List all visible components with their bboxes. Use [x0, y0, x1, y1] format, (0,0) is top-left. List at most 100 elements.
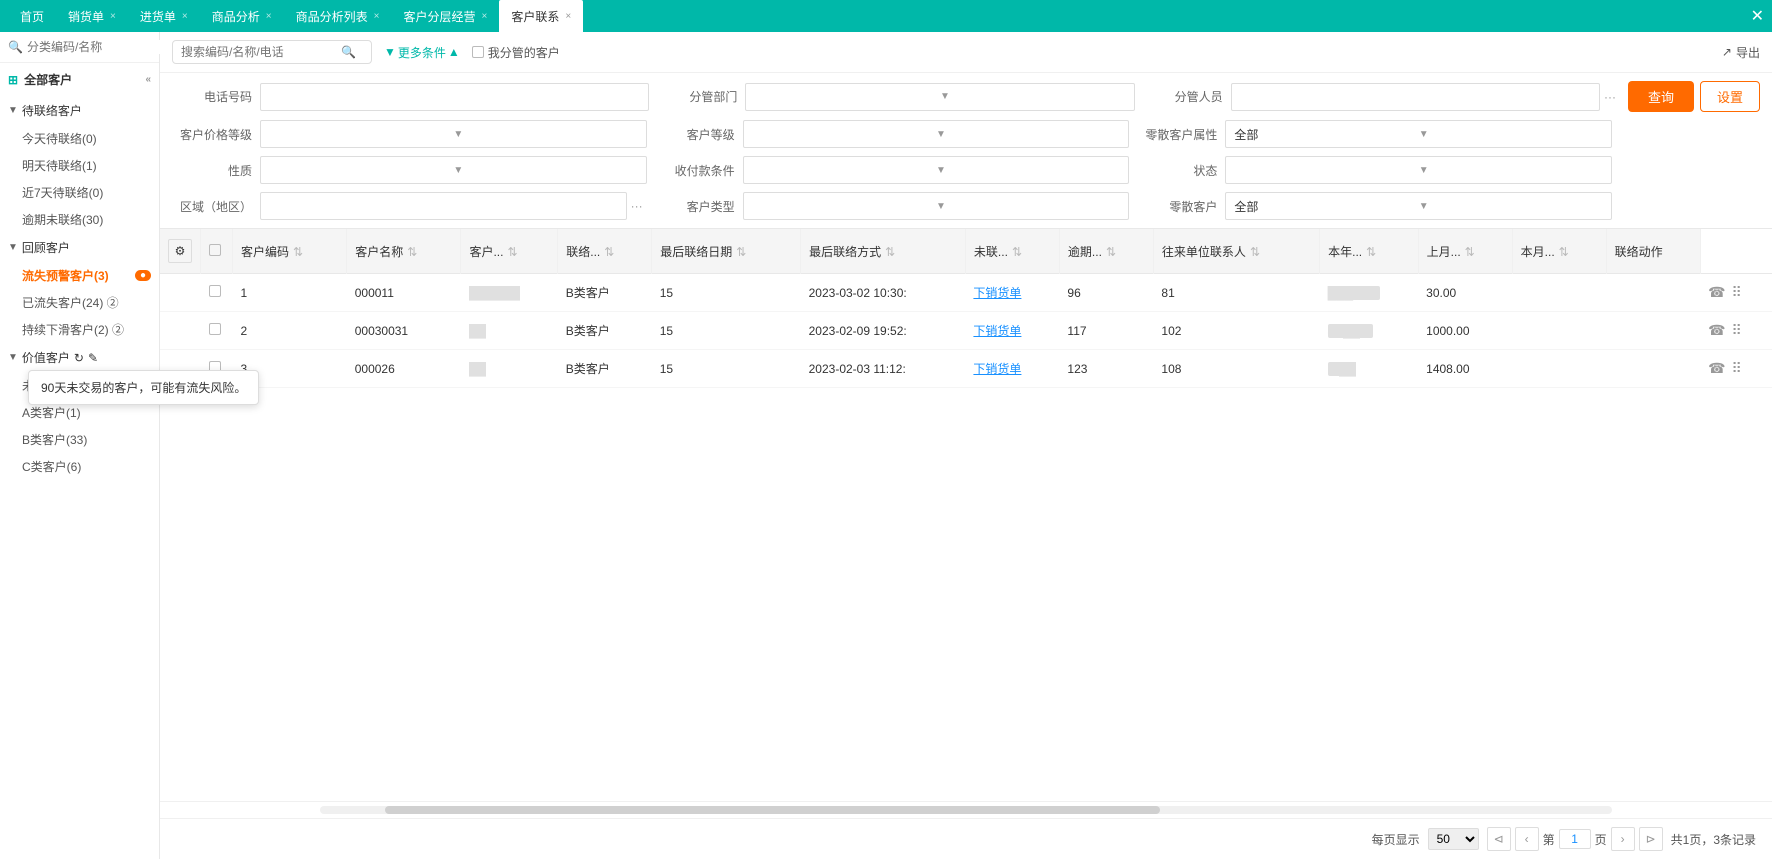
last-page-button[interactable]: ⊳ [1639, 827, 1663, 851]
table-row: 3 000026 ██ B类客户 15 2023-02-03 11:12: 下销… [160, 350, 1772, 388]
more-conditions-button[interactable]: ▼ 更多条件 ▲ [384, 44, 460, 61]
customer-type-select[interactable]: ▼ [743, 192, 1130, 220]
row-overdue-2: 108 [1153, 350, 1319, 388]
more-action-icon-1[interactable]: ⠿ [1732, 322, 1742, 339]
data-table-container: ⚙ 客户编码⇅ 客户名称⇅ 客户...⇅ [160, 229, 1772, 801]
per-page-select[interactable]: 50 100 [1428, 828, 1479, 850]
sidebar-item-declining[interactable]: 持续下滑客户(2) ② [0, 316, 159, 343]
chevron-down-icon6: ▼ [936, 165, 1120, 176]
payment-select[interactable]: ▼ [743, 156, 1130, 184]
more-action-icon-2[interactable]: ⠿ [1732, 360, 1742, 377]
sort-code-icon[interactable]: ⇅ [293, 245, 303, 259]
dept-select[interactable]: ▼ [745, 83, 1134, 111]
collapse-icon[interactable]: « [145, 74, 151, 85]
grid-icon: ⊞ [8, 73, 18, 87]
sort-contact-icon[interactable]: ⇅ [604, 245, 614, 259]
customer-level-select[interactable]: ▼ [743, 120, 1130, 148]
contact-icon-2[interactable]: ☎ [1708, 360, 1725, 377]
chevron-down-icon2: ▼ [453, 129, 637, 140]
more-action-icon-0[interactable]: ⠿ [1732, 284, 1742, 301]
sort-this-month-icon[interactable]: ⇅ [1559, 245, 1569, 259]
close-product-analysis-list[interactable]: × [374, 11, 380, 22]
query-button[interactable]: 查询 [1628, 81, 1694, 112]
edit-icon[interactable]: ✎ [88, 351, 98, 365]
select-all-checkbox[interactable] [209, 244, 221, 256]
prev-page-button[interactable]: ‹ [1515, 827, 1539, 851]
main-search-input[interactable] [181, 45, 341, 59]
settings-button[interactable]: 设置 [1700, 81, 1760, 112]
status-select[interactable]: ▼ [1225, 156, 1612, 184]
first-page-button[interactable]: ⊲ [1487, 827, 1511, 851]
data-table: ⚙ 客户编码⇅ 客户名称⇅ 客户...⇅ [160, 229, 1772, 388]
refresh-icon[interactable]: ↻ [74, 351, 84, 365]
close-sales-order[interactable]: × [110, 11, 116, 22]
close-customer-tier[interactable]: × [481, 11, 487, 22]
sidebar-item-tomorrow-pending[interactable]: 明天待联络(1) [0, 152, 159, 179]
page-input[interactable] [1559, 829, 1591, 849]
retail-attr-select[interactable]: 全部 ▼ [1225, 120, 1612, 148]
horizontal-scrollbar[interactable] [320, 806, 1612, 814]
tab-customer-tier[interactable]: 客户分层经营 × [391, 0, 499, 32]
sort-not-contacted-icon[interactable]: ⇅ [1012, 245, 1022, 259]
row-name-2: ██ [461, 350, 558, 388]
sort-this-year-icon[interactable]: ⇅ [1366, 245, 1376, 259]
sort-contact-person-icon[interactable]: ⇅ [1250, 245, 1260, 259]
row-overdue-0: 81 [1153, 274, 1319, 312]
sidebar-item-class-c[interactable]: C类客户(6) [0, 453, 159, 480]
sidebar-item-overdue-pending[interactable]: 逾期未联络(30) [0, 206, 159, 233]
sidebar-search-input[interactable] [27, 40, 182, 54]
sort-last-month-icon[interactable]: ⇅ [1465, 245, 1475, 259]
sort-last-method-icon[interactable]: ⇅ [885, 245, 895, 259]
sidebar-item-class-b[interactable]: B类客户(33) [0, 426, 159, 453]
sidebar-section-value-title[interactable]: ▼ 价值客户 ↻ ✎ [0, 343, 159, 372]
my-customers-filter[interactable]: 我分管的客户 [472, 44, 560, 61]
next-page-button[interactable]: › [1611, 827, 1635, 851]
row-name-0: ██████ [461, 274, 558, 312]
sidebar-item-churned[interactable]: 已流失客户(24) ② [0, 289, 159, 316]
row-last-month-0 [1512, 274, 1606, 312]
export-button[interactable]: ↗ 导出 [1722, 44, 1760, 61]
region-select[interactable] [260, 192, 627, 220]
sort-overdue-icon[interactable]: ⇅ [1106, 245, 1116, 259]
retail-customer-select[interactable]: 全部 ▼ [1225, 192, 1612, 220]
row-checkbox-0 [201, 274, 233, 312]
nature-select[interactable]: ▼ [260, 156, 647, 184]
close-purchase-order[interactable]: × [182, 11, 188, 22]
contact-icon-0[interactable]: ☎ [1708, 284, 1725, 301]
sidebar-item-7days-pending[interactable]: 近7天待联络(0) [0, 179, 159, 206]
tab-customer-contact[interactable]: 客户联系 × [499, 0, 583, 32]
close-product-analysis[interactable]: × [266, 11, 272, 22]
sidebar-search-area: 🔍 [0, 32, 159, 63]
row-last-date-0: 2023-03-02 10:30: [801, 274, 966, 312]
sidebar-root-header[interactable]: ⊞ 全部客户 « [0, 63, 159, 96]
search-button-icon[interactable]: 🔍 [341, 45, 356, 59]
tab-home[interactable]: 首页 [8, 0, 56, 32]
tab-product-analysis-list[interactable]: 商品分析列表 × [284, 0, 392, 32]
col-header-last-date: 最后联络日期⇅ [652, 229, 801, 274]
my-customers-checkbox[interactable] [472, 46, 484, 58]
phone-input[interactable] [260, 83, 649, 111]
table-gear-icon[interactable]: ⚙ [168, 239, 192, 263]
horizontal-scrollbar-thumb[interactable] [385, 806, 1160, 814]
action-buttons: 查询 设置 [1628, 81, 1760, 112]
row-checkbox-input-0[interactable] [209, 285, 221, 297]
tab-purchase-order[interactable]: 进货单 × [128, 0, 200, 32]
sort-type-icon[interactable]: ⇅ [507, 245, 517, 259]
sidebar-item-today-pending[interactable]: 今天待联络(0) [0, 125, 159, 152]
sidebar-section-review-title[interactable]: ▼ 回顾客户 [0, 233, 159, 262]
person-select[interactable] [1231, 83, 1600, 111]
contact-icon-1[interactable]: ☎ [1708, 322, 1725, 339]
tab-product-analysis[interactable]: 商品分析 × [200, 0, 284, 32]
region-dots-btn[interactable]: ··· [627, 199, 647, 213]
sidebar-section-pending-title[interactable]: ▼ 待联络客户 [0, 96, 159, 125]
price-level-select[interactable]: ▼ [260, 120, 647, 148]
sidebar-item-churn-warning[interactable]: 流失预警客户(3) ● [0, 262, 159, 289]
person-dots-btn[interactable]: ··· [1600, 90, 1620, 104]
sort-name-icon[interactable]: ⇅ [407, 245, 417, 259]
col-header-name: 客户名称⇅ [347, 229, 461, 274]
row-checkbox-input-1[interactable] [209, 323, 221, 335]
tab-sales-order[interactable]: 销货单 × [56, 0, 128, 32]
close-customer-contact[interactable]: × [565, 11, 571, 22]
sort-last-date-icon[interactable]: ⇅ [736, 245, 746, 259]
close-all-tabs[interactable]: ✕ [1751, 6, 1764, 26]
